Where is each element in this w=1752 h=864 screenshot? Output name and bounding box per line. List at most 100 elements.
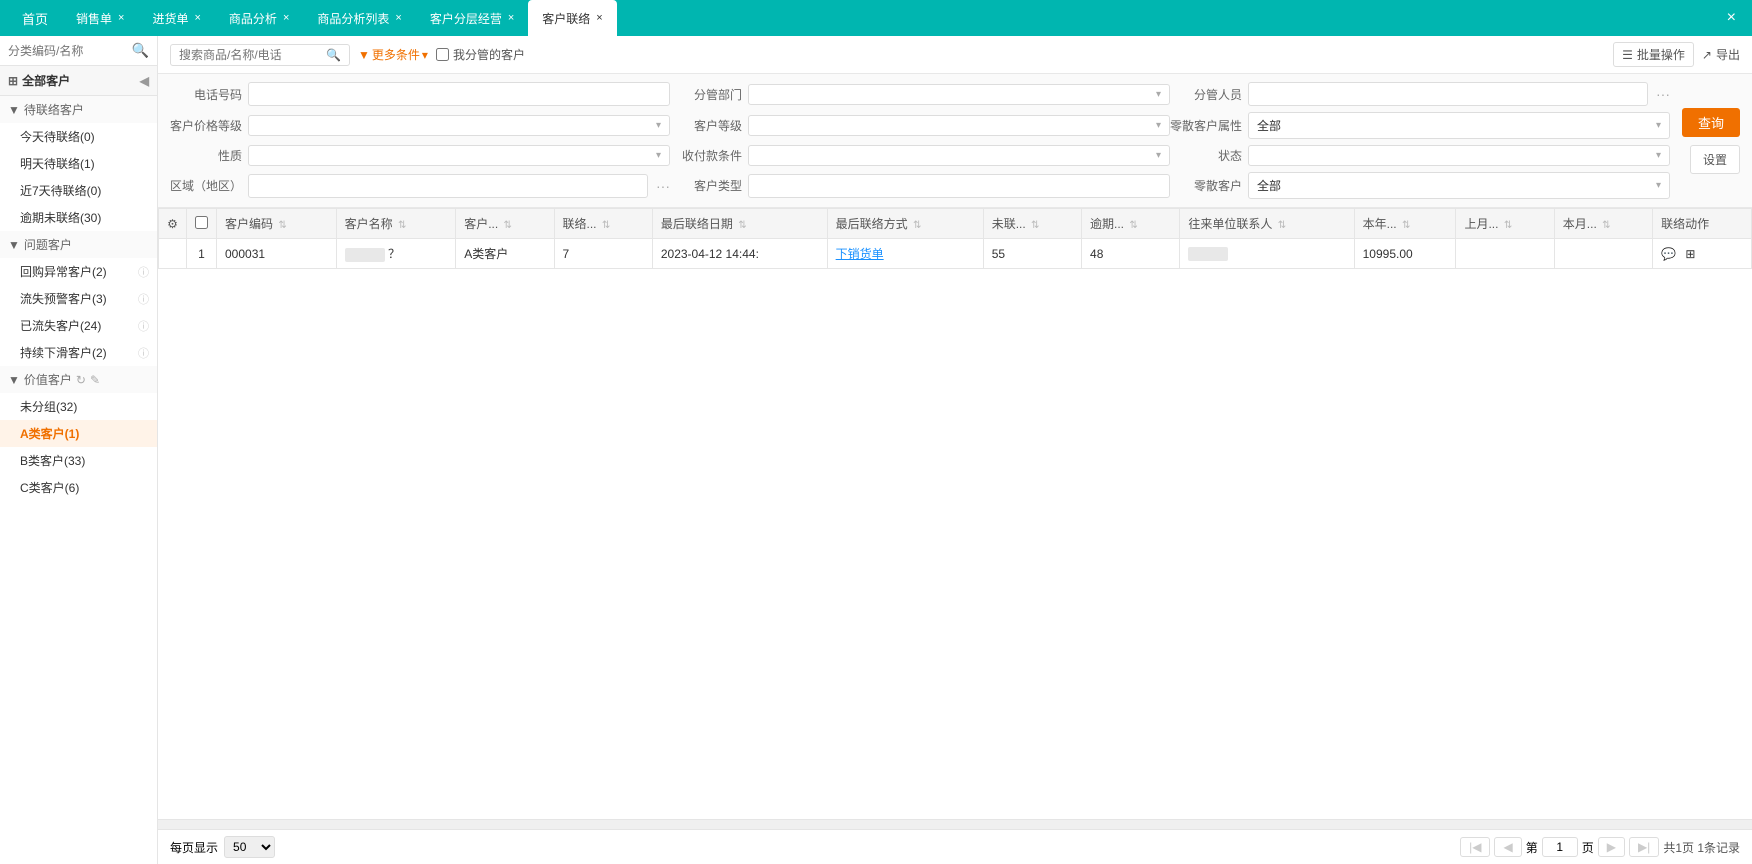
customer-level-select[interactable]: ▾ [748,115,1170,136]
batch-icon: ☰ [1622,48,1633,62]
row-num: 1 [187,239,217,269]
sidebar-item-lost[interactable]: 已流失客户(24) ⓘ [0,312,157,339]
manager-more-icon[interactable]: ··· [1656,86,1670,102]
customer-type-input[interactable] [748,174,1170,198]
sidebar-item-ungrouped[interactable]: 未分组(32) [0,393,157,420]
chevron-down-icon: ▾ [1656,150,1661,161]
sidebar-item-overdue[interactable]: 逾期未联络(30) [0,204,157,231]
sidebar-collapse-icon[interactable]: ◀ [140,74,149,88]
info-icon: ⓘ [138,345,149,361]
sidebar-search-icon[interactable]: 🔍 [132,42,149,59]
refresh-icon[interactable]: ↻ [76,373,86,387]
batch-operation-button[interactable]: ☰ 批量操作 [1613,42,1694,67]
sidebar-group-pending: ▼ 待联络客户 今天待联络(0) 明天待联络(1) 近7天待联络(0) 逾期未联… [0,96,157,231]
col-label: 客户编码 [225,217,273,231]
nav-tab-purchase[interactable]: 进货单 × [138,0,214,36]
arrow-icon: ▼ [8,238,20,252]
filter-cell-retail-attr: 零散客户属性 全部 ▾ [1170,112,1670,139]
close-tab-analysis[interactable]: × [283,12,289,24]
col-customer-name[interactable]: 客户名称 ⇅ [336,209,456,239]
query-button[interactable]: 查询 [1682,108,1740,137]
col-last-contact-way[interactable]: 最后联络方式 ⇅ [827,209,983,239]
search-input[interactable] [179,48,326,62]
close-tab-sales[interactable]: × [118,12,124,24]
col-gear[interactable]: ⚙ [159,209,187,239]
nav-tab-analysis-list[interactable]: 商品分析列表 × [303,0,415,36]
nav-tab-customer-contact[interactable]: 客户联络 × [528,0,616,36]
col-no-contact[interactable]: 未联... ⇅ [983,209,1081,239]
horizontal-scrollbar[interactable] [158,819,1752,829]
last-contact-way-link[interactable]: 下销货单 [836,247,884,261]
col-customer-type[interactable]: 客户... ⇅ [456,209,554,239]
qr-action-icon[interactable]: ⊞ [1685,247,1695,261]
sidebar-item-class-c[interactable]: C类客户(6) [0,474,157,501]
close-tab-customer-seg[interactable]: × [508,12,514,24]
filter-cell-customer-type: 客户类型 [670,174,1170,198]
close-tab-purchase[interactable]: × [194,12,200,24]
sidebar-group-pending-title[interactable]: ▼ 待联络客户 [0,96,157,123]
sidebar-item-tomorrow[interactable]: 明天待联络(1) [0,150,157,177]
nav-home[interactable]: 首页 [8,9,62,28]
first-page-button[interactable]: |◀ [1460,837,1490,857]
last-page-button[interactable]: ▶| [1629,837,1659,857]
col-contact-person[interactable]: 往来单位联系人 ⇅ [1180,209,1354,239]
price-level-label: 客户价格等级 [170,117,242,134]
next-page-button[interactable]: ▶ [1598,837,1625,857]
customer-table: ⚙ 客户编码 ⇅ 客户名称 ⇅ 客户... [158,208,1752,269]
nature-select[interactable]: ▾ [248,145,670,166]
row-contact-person [1180,239,1354,269]
price-level-select[interactable]: ▾ [248,115,670,136]
sidebar-item-abnormal[interactable]: 回购异常客户(2) ⓘ [0,258,157,285]
search-icon[interactable]: 🔍 [326,48,341,62]
select-all-checkbox[interactable] [195,216,208,229]
col-last-month[interactable]: 上月... ⇅ [1456,209,1554,239]
region-input[interactable] [248,174,648,198]
edit-group-icon[interactable]: ✎ [90,373,100,387]
sidebar-item-at-risk[interactable]: 流失预警客户(3) ⓘ [0,285,157,312]
page-number-input[interactable] [1542,837,1578,857]
sidebar-search-input[interactable] [8,44,132,58]
close-tab-analysis-list[interactable]: × [395,12,401,24]
col-label: 联络动作 [1661,217,1709,231]
more-filters-button[interactable]: ▼ 更多条件 ▾ [358,46,428,63]
retail-select[interactable]: 全部 ▾ [1248,172,1670,199]
payment-select[interactable]: ▾ [748,145,1170,166]
col-this-month[interactable]: 本月... ⇅ [1554,209,1652,239]
nav-tab-sales[interactable]: 销售单 × [62,0,138,36]
dept-select[interactable]: ▾ [748,84,1170,105]
retail-attr-select[interactable]: 全部 ▾ [1248,112,1670,139]
filter-cell-dept: 分管部门 ▾ [670,84,1170,105]
page-navigation: |◀ ◀ 第 页 ▶ ▶| 共1页 1条记录 [1460,837,1740,857]
nav-tab-customer-seg[interactable]: 客户分层经营 × [416,0,528,36]
manager-input[interactable] [1248,82,1648,106]
settings-button[interactable]: 设置 [1690,145,1740,174]
sort-icon: ⇅ [1129,220,1137,231]
export-button[interactable]: ↗ 导出 [1702,46,1740,63]
row-actions: 💬 ⊞ [1653,239,1752,269]
close-window-button[interactable]: × [1719,9,1744,27]
phone-input[interactable] [248,82,670,106]
sidebar-item-today[interactable]: 今天待联络(0) [0,123,157,150]
sort-icon: ⇅ [1402,220,1410,231]
sidebar-group-value-title[interactable]: ▼ 价值客户 ↻ ✎ [0,366,157,393]
close-tab-customer-contact[interactable]: × [596,12,602,24]
sidebar-all-customers-header[interactable]: ⊞ 全部客户 ◀ [0,66,157,96]
prev-page-button[interactable]: ◀ [1494,837,1521,857]
sidebar-item-class-b[interactable]: B类客户(33) [0,447,157,474]
per-page-select[interactable]: 50 100 200 [224,836,275,858]
nav-tab-analysis[interactable]: 商品分析 × [215,0,303,36]
sidebar-item-class-a[interactable]: A类客户(1) [0,420,157,447]
col-contact-count[interactable]: 联络... ⇅ [554,209,652,239]
col-overdue[interactable]: 逾期... ⇅ [1082,209,1180,239]
sidebar-group-problem-title[interactable]: ▼ 问题客户 [0,231,157,258]
my-customers-checkbox-input[interactable] [436,48,449,61]
col-this-year[interactable]: 本年... ⇅ [1354,209,1456,239]
status-select[interactable]: ▾ [1248,145,1670,166]
col-customer-code[interactable]: 客户编码 ⇅ [217,209,337,239]
sidebar-item-declining[interactable]: 持续下滑客户(2) ⓘ [0,339,157,366]
col-last-contact-date[interactable]: 最后联络日期 ⇅ [652,209,827,239]
my-customers-checkbox[interactable]: 我分管的客户 [436,46,525,63]
chat-action-icon[interactable]: 💬 [1661,247,1676,261]
sidebar-item-7days[interactable]: 近7天待联络(0) [0,177,157,204]
region-more-icon[interactable]: ··· [656,178,670,194]
